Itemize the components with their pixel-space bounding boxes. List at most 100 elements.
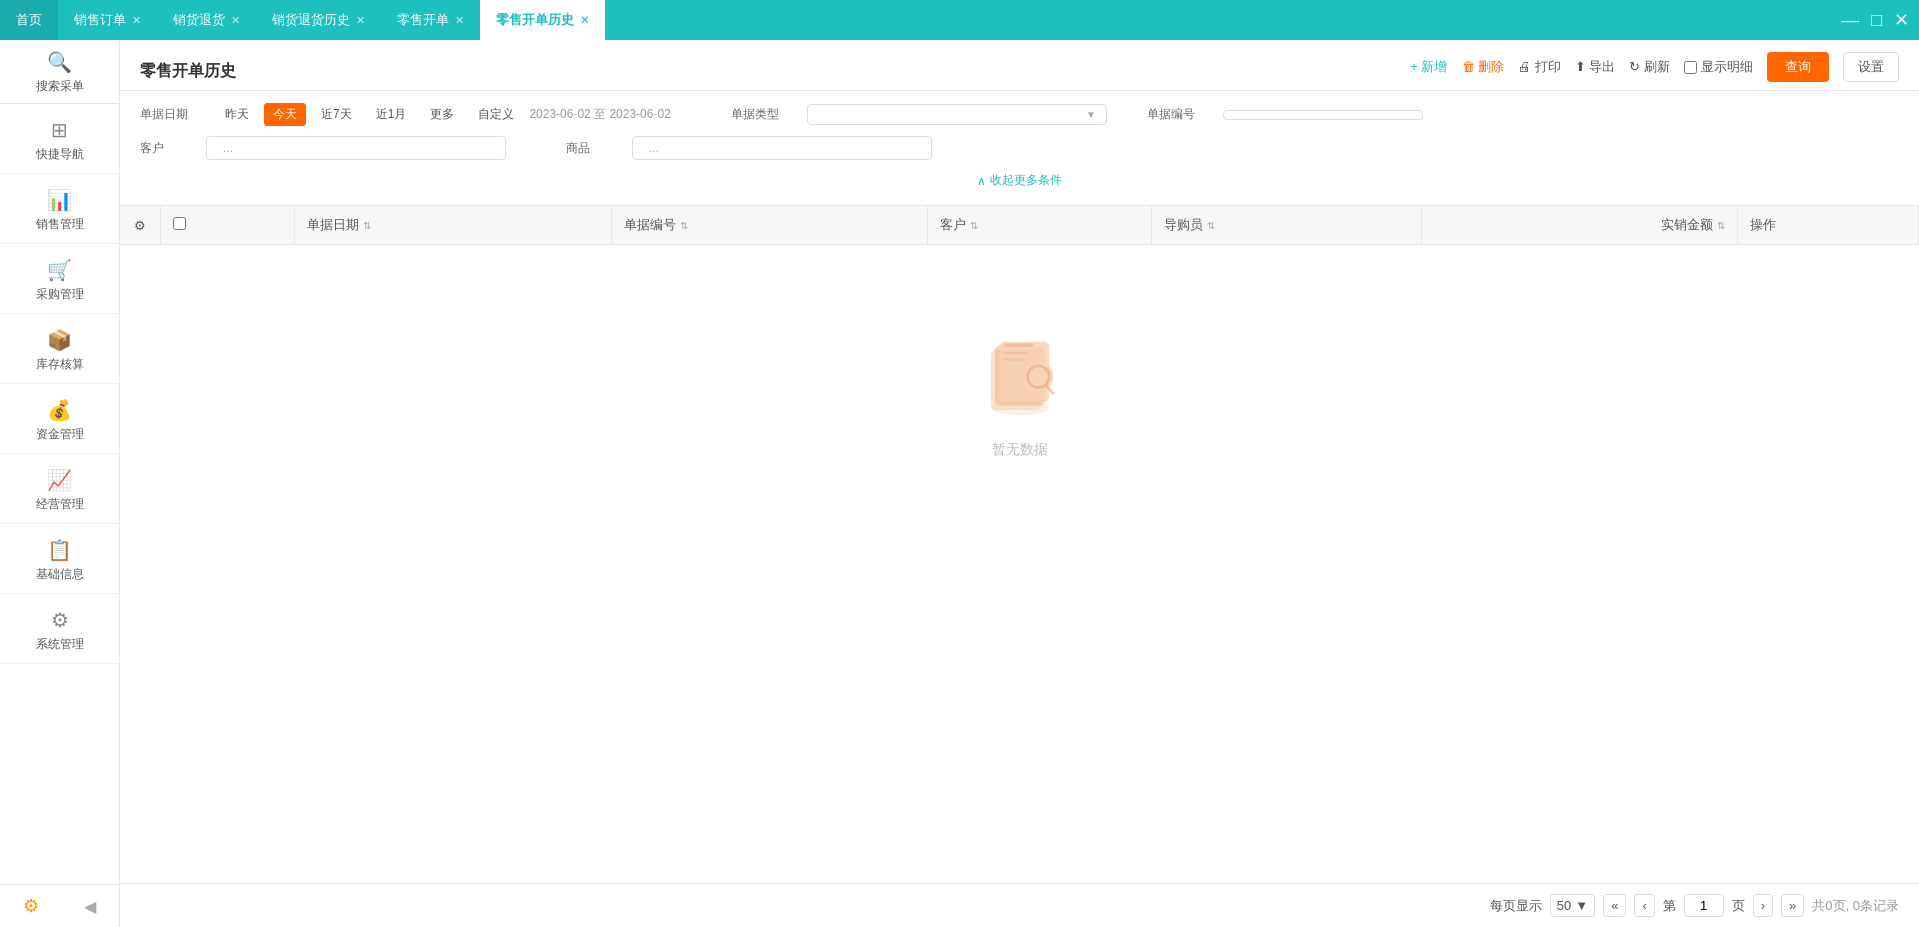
sidebar-purchase-mgmt-label: 采购管理 xyxy=(36,286,84,303)
tab-sales-order-close[interactable]: ✕ xyxy=(132,14,141,27)
type-select-arrow: ▼ xyxy=(1086,109,1096,120)
sidebar-item-sales-mgmt[interactable]: 📊 销售管理 xyxy=(0,174,119,244)
next-page-btn[interactable]: › xyxy=(1753,894,1773,917)
customer-more-dots: ... xyxy=(223,141,233,155)
header-actions: + 新增 🗑 删除 🖨 打印 ⬆ 导出 ↻ 刷新 显示明细 查询 设置 xyxy=(1410,52,1899,90)
sort-number-icon[interactable]: ⇅ xyxy=(680,220,688,231)
sidebar-item-quick-nav[interactable]: ⊞ 快捷导航 xyxy=(0,104,119,174)
display-detail-checkbox[interactable] xyxy=(1684,61,1697,74)
column-customer[interactable]: 客户 ⇅ xyxy=(927,206,1151,245)
svg-rect-6 xyxy=(1003,358,1025,361)
sidebar-finance-label: 资金管理 xyxy=(36,426,84,443)
maximize-icon[interactable]: □ xyxy=(1871,10,1882,31)
delete-button[interactable]: 🗑 删除 xyxy=(1462,58,1505,76)
content-area: 零售开单历史 + 新增 🗑 删除 🖨 打印 ⬆ 导出 ↻ 刷新 显示明细 查询 … xyxy=(120,40,1919,927)
select-all-checkbox[interactable] xyxy=(173,217,186,230)
number-filter-input[interactable] xyxy=(1223,110,1423,120)
print-button[interactable]: 🖨 打印 xyxy=(1518,58,1561,76)
column-amount-label: 实销金额 xyxy=(1661,216,1713,234)
filter-row-2: 客户 ... 商品 ... xyxy=(140,136,1899,160)
tab-retail-open-history-close[interactable]: ✕ xyxy=(580,14,589,27)
sort-date-icon[interactable]: ⇅ xyxy=(363,220,371,231)
first-page-btn[interactable]: « xyxy=(1603,894,1626,917)
tab-sales-return-label: 销货退货 xyxy=(173,11,225,29)
customer-filter-input[interactable]: ... xyxy=(206,136,506,160)
page-label: 第 xyxy=(1663,897,1676,915)
tab-sales-return-history-close[interactable]: ✕ xyxy=(356,14,365,27)
type-filter-select[interactable]: ▼ xyxy=(807,104,1107,125)
column-date[interactable]: 单据日期 ⇅ xyxy=(295,206,611,245)
prev-page-btn[interactable]: ‹ xyxy=(1634,894,1654,917)
query-button[interactable]: 查询 xyxy=(1767,52,1829,82)
sidebar-inventory-label: 库存核算 xyxy=(36,356,84,373)
column-number[interactable]: 单据编号 ⇅ xyxy=(611,206,927,245)
tab-retail-open[interactable]: 零售开单 ✕ xyxy=(381,0,480,40)
collapse-sidebar-icon[interactable]: ◀ xyxy=(84,897,96,916)
sidebar-item-operations[interactable]: 📈 经营管理 xyxy=(0,454,119,524)
date-btn-yesterday[interactable]: 昨天 xyxy=(216,103,258,126)
tab-sales-return-history[interactable]: 销货退货历史 ✕ xyxy=(256,0,381,40)
empty-text: 暂无数据 xyxy=(992,441,1048,459)
tab-home[interactable]: 首页 xyxy=(0,0,58,40)
sort-customer-icon[interactable]: ⇅ xyxy=(970,220,978,231)
date-range-display: 2023-06-02 至 2023-06-02 xyxy=(529,106,670,123)
tab-sales-return-close[interactable]: ✕ xyxy=(231,14,240,27)
collapse-more-btn[interactable]: ∧ 收起更多条件 xyxy=(977,168,1062,193)
sidebar-sys-mgmt-label: 系统管理 xyxy=(36,636,84,653)
sidebar-item-purchase-mgmt[interactable]: 🛒 采购管理 xyxy=(0,244,119,314)
collapse-arrow-icon: ∧ xyxy=(977,174,986,188)
date-btn-7days[interactable]: 近7天 xyxy=(312,103,361,126)
goods-filter-input[interactable]: ... xyxy=(632,136,932,160)
last-page-btn[interactable]: » xyxy=(1781,894,1804,917)
sort-salesperson-icon[interactable]: ⇅ xyxy=(1207,220,1215,231)
column-customer-label: 客户 xyxy=(940,216,966,234)
tab-sales-return[interactable]: 销货退货 ✕ xyxy=(157,0,256,40)
add-button[interactable]: + 新增 xyxy=(1410,58,1447,76)
page-unit: 页 xyxy=(1732,897,1745,915)
main-layout: 🔍 搜索采单 ⊞ 快捷导航 📊 销售管理 🛒 采购管理 📦 库存核算 💰 资金管… xyxy=(0,40,1919,927)
window-controls: — □ ✕ xyxy=(1841,9,1919,31)
tab-retail-open-close[interactable]: ✕ xyxy=(455,14,464,27)
refresh-button[interactable]: ↻ 刷新 xyxy=(1629,58,1670,76)
sidebar-base-info-label: 基础信息 xyxy=(36,566,84,583)
filter-row-1: 单据日期 昨天 今天 近7天 近1月 更多 自定义 2023-06-02 至 2… xyxy=(140,103,1899,126)
sidebar-sales-mgmt-label: 销售管理 xyxy=(36,216,84,233)
sidebar-item-base-info[interactable]: 📋 基础信息 xyxy=(0,524,119,594)
column-number-label: 单据编号 xyxy=(624,216,676,234)
tab-sales-order[interactable]: 销售订单 ✕ xyxy=(58,0,157,40)
window-close-icon[interactable]: ✕ xyxy=(1894,9,1909,31)
export-button[interactable]: ⬆ 导出 xyxy=(1575,58,1616,76)
column-salesperson[interactable]: 导购员 ⇅ xyxy=(1151,206,1421,245)
column-action-label: 操作 xyxy=(1750,217,1776,232)
sidebar-item-finance[interactable]: 💰 资金管理 xyxy=(0,384,119,454)
page-size-select[interactable]: 50 ▼ xyxy=(1550,894,1595,917)
display-detail-toggle[interactable]: 显示明细 xyxy=(1684,58,1753,76)
date-btn-today[interactable]: 今天 xyxy=(264,103,306,126)
sales-mgmt-icon: 📊 xyxy=(47,188,72,212)
column-checkbox[interactable] xyxy=(160,206,295,245)
sidebar-item-search[interactable]: 🔍 搜索采单 xyxy=(0,40,119,104)
tab-retail-open-history[interactable]: 零售开单历史 ✕ xyxy=(480,0,605,40)
number-filter-label: 单据编号 xyxy=(1147,106,1203,123)
date-btn-1month[interactable]: 近1月 xyxy=(367,103,416,126)
sort-amount-icon[interactable]: ⇅ xyxy=(1717,220,1725,231)
minimize-icon[interactable]: — xyxy=(1841,10,1859,31)
column-settings[interactable]: ⚙ xyxy=(120,206,160,245)
total-info: 共0页, 0条记录 xyxy=(1812,897,1899,915)
sidebar-item-sys-mgmt[interactable]: ⚙ 系统管理 xyxy=(0,594,119,664)
setting-button[interactable]: 设置 xyxy=(1843,52,1899,82)
pagination-bar: 每页显示 50 ▼ « ‹ 第 页 › » 共0页, 0条记录 xyxy=(120,883,1919,927)
sidebar-quick-nav-label: 快捷导航 xyxy=(36,146,84,163)
date-btn-more[interactable]: 更多 xyxy=(421,103,463,126)
top-bar: 首页 销售订单 ✕ 销货退货 ✕ 销货退货历史 ✕ 零售开单 ✕ 零售开单历史 … xyxy=(0,0,1919,40)
page-number-input[interactable] xyxy=(1684,894,1724,917)
date-btn-custom[interactable]: 自定义 xyxy=(469,103,523,126)
settings-gear-icon[interactable]: ⚙ xyxy=(23,895,39,917)
sidebar-item-inventory[interactable]: 📦 库存核算 xyxy=(0,314,119,384)
sidebar: 🔍 搜索采单 ⊞ 快捷导航 📊 销售管理 🛒 采购管理 📦 库存核算 💰 资金管… xyxy=(0,40,120,927)
empty-icon xyxy=(970,325,1070,425)
sidebar-search-label: 搜索采单 xyxy=(36,78,84,95)
filter-area: 单据日期 昨天 今天 近7天 近1月 更多 自定义 2023-06-02 至 2… xyxy=(120,91,1919,206)
column-amount[interactable]: 实销金额 ⇅ xyxy=(1421,206,1737,245)
tab-home-label: 首页 xyxy=(16,11,42,29)
